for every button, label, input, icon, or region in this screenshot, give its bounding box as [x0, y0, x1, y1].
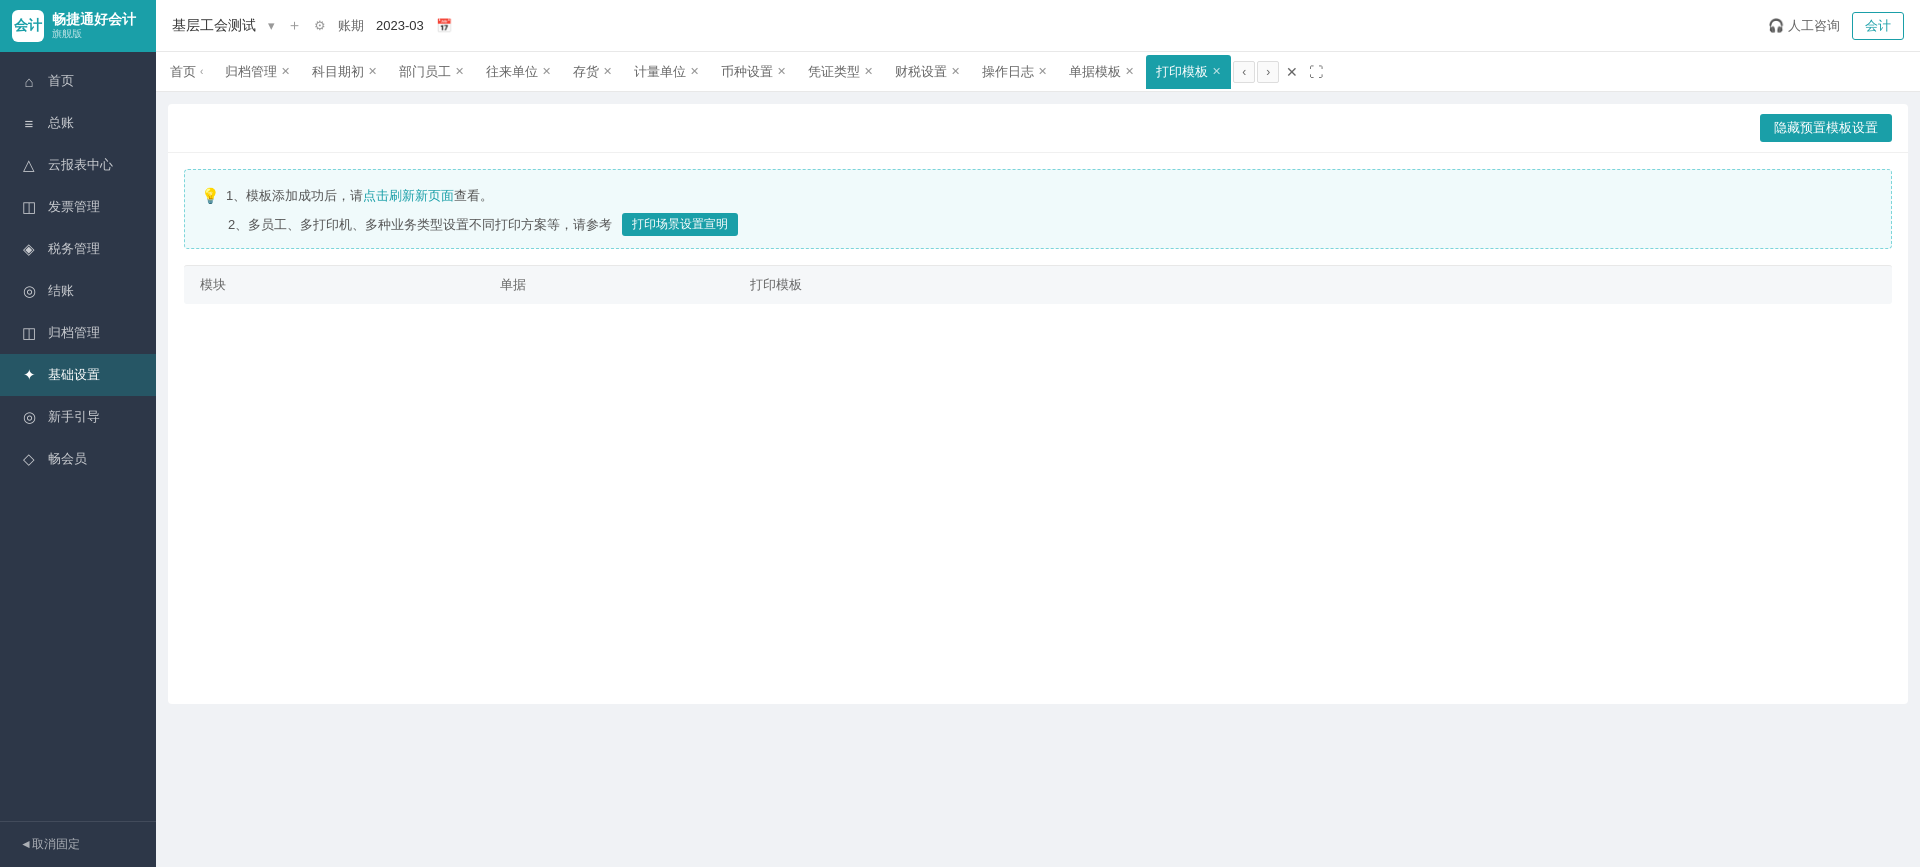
sidebar-item-archive[interactable]: ◫ 归档管理: [0, 312, 156, 354]
nav-label-invoice: 发票管理: [48, 198, 100, 216]
tab-subject[interactable]: 科目期初✕: [302, 55, 387, 89]
sidebar-logo: 会计 畅捷通好会计 旗舰版: [0, 0, 156, 52]
sidebar-item-tax[interactable]: ◈ 税务管理: [0, 228, 156, 270]
period-label: 账期: [338, 17, 364, 35]
tab-close-archive[interactable]: ✕: [281, 65, 290, 78]
headset-icon: 🎧: [1768, 18, 1784, 33]
account-button[interactable]: 会计: [1852, 12, 1904, 40]
tab-bar: 首页‹归档管理✕科目期初✕部门员工✕往来单位✕存货✕计量单位✕币种设置✕凭证类型…: [156, 52, 1920, 92]
page-content: 隐藏预置模板设置 💡 1、模板添加成功后，请点击刷新新页面查看。 2、多员工、多…: [156, 92, 1920, 867]
nav-label-tax: 税务管理: [48, 240, 100, 258]
tab-close-currency[interactable]: ✕: [777, 65, 786, 78]
notice-line1-prefix: 1、模板添加成功后，请: [226, 188, 363, 203]
nav-icon-guide: ◎: [20, 408, 38, 426]
tab-close-subject[interactable]: ✕: [368, 65, 377, 78]
sidebar-item-ledger[interactable]: ≡ 总账: [0, 102, 156, 144]
tab-expand-button[interactable]: ⛶: [1305, 61, 1327, 83]
nav-label-member: 畅会员: [48, 450, 87, 468]
top-header: 基层工会测试 ▾ ＋ ⚙ 账期 2023-03 📅 🎧 人工咨询 会计: [156, 0, 1920, 52]
table-header: 模块单据打印模板: [184, 265, 1892, 304]
sidebar: 会计 畅捷通好会计 旗舰版 ⌂ 首页 ≡ 总账 △ 云报表中心 ◫ 发票管理 ◈ 税务管理 ◎ 结账 ◫…: [0, 0, 156, 867]
sidebar-item-closing[interactable]: ◎ 结账: [0, 270, 156, 312]
nav-label-archive: 归档管理: [48, 324, 100, 342]
tab-close-partner[interactable]: ✕: [542, 65, 551, 78]
nav-icon-member: ◇: [20, 450, 38, 468]
tab-next-button[interactable]: ›: [1257, 61, 1279, 83]
tab-close-all-button[interactable]: ✕: [1281, 61, 1303, 83]
refresh-link[interactable]: 点击刷新新页面: [363, 188, 454, 203]
tab-oplog[interactable]: 操作日志✕: [972, 55, 1057, 89]
sidebar-item-guide[interactable]: ◎ 新手引导: [0, 396, 156, 438]
nav-icon-closing: ◎: [20, 282, 38, 300]
nav-icon-invoice: ◫: [20, 198, 38, 216]
sidebar-nav: ⌂ 首页 ≡ 总账 △ 云报表中心 ◫ 发票管理 ◈ 税务管理 ◎ 结账 ◫ 归档管理 ✦ 基础设置 ◎ 新手引导…: [0, 52, 156, 821]
main-content: 基层工会测试 ▾ ＋ ⚙ 账期 2023-03 📅 🎧 人工咨询 会计 首页‹归…: [156, 0, 1920, 867]
tab-voucher[interactable]: 凭证类型✕: [798, 55, 883, 89]
notice-line1-suffix: 查看。: [454, 188, 493, 203]
logo-sub: 旗舰版: [52, 27, 136, 41]
sidebar-item-home[interactable]: ⌂ 首页: [0, 60, 156, 102]
content-toolbar: 隐藏预置模板设置: [168, 104, 1908, 153]
nav-icon-reports: △: [20, 156, 38, 174]
print-scene-button[interactable]: 打印场景设置宣明: [622, 213, 738, 236]
settings-icon[interactable]: ⚙: [314, 18, 326, 33]
nav-label-ledger: 总账: [48, 114, 74, 132]
nav-icon-tax: ◈: [20, 240, 38, 258]
bulb-icon: 💡: [201, 182, 220, 209]
tab-close-voucher[interactable]: ✕: [864, 65, 873, 78]
tab-close-billtemplate[interactable]: ✕: [1125, 65, 1134, 78]
tab-close-printtemplate[interactable]: ✕: [1212, 65, 1221, 78]
tab-close-taxsettings[interactable]: ✕: [951, 65, 960, 78]
notice-line2-prefix: 2、多员工、多打印机、多种业务类型设置不同打印方案等，请参考: [228, 213, 612, 236]
add-tab-icon[interactable]: ＋: [287, 16, 302, 35]
unpin-button[interactable]: ◄取消固定: [0, 821, 156, 867]
logo-text: 畅捷通好会计: [52, 11, 136, 28]
logo-icon: 会计: [12, 10, 44, 42]
nav-icon-archive: ◫: [20, 324, 38, 342]
sidebar-item-member[interactable]: ◇ 畅会员: [0, 438, 156, 480]
tab-unit[interactable]: 计量单位✕: [624, 55, 709, 89]
th-module: 模块: [184, 266, 484, 304]
tab-inventory[interactable]: 存货✕: [563, 55, 622, 89]
tab-printtemplate[interactable]: 打印模板✕: [1146, 55, 1231, 89]
calendar-icon[interactable]: 📅: [436, 18, 452, 33]
nav-label-home: 首页: [48, 72, 74, 90]
dropdown-icon[interactable]: ▾: [268, 18, 275, 33]
tab-dept[interactable]: 部门员工✕: [389, 55, 474, 89]
tab-partner[interactable]: 往来单位✕: [476, 55, 561, 89]
tab-archive[interactable]: 归档管理✕: [215, 55, 300, 89]
tab-prev-button[interactable]: ‹: [1233, 61, 1255, 83]
content-inner: 隐藏预置模板设置 💡 1、模板添加成功后，请点击刷新新页面查看。 2、多员工、多…: [168, 104, 1908, 704]
tab-billtemplate[interactable]: 单据模板✕: [1059, 55, 1144, 89]
sidebar-item-invoice[interactable]: ◫ 发票管理: [0, 186, 156, 228]
nav-label-reports: 云报表中心: [48, 156, 113, 174]
nav-icon-settings: ✦: [20, 366, 38, 384]
notice-box: 💡 1、模板添加成功后，请点击刷新新页面查看。 2、多员工、多打印机、多种业务类…: [184, 169, 1892, 249]
nav-icon-ledger: ≡: [20, 115, 38, 132]
nav-label-guide: 新手引导: [48, 408, 100, 426]
company-name: 基层工会测试: [172, 17, 256, 35]
th-template: 打印模板: [734, 266, 1892, 304]
period-value: 2023-03: [376, 18, 424, 33]
hide-template-button[interactable]: 隐藏预置模板设置: [1760, 114, 1892, 142]
tab-close-inventory[interactable]: ✕: [603, 65, 612, 78]
sidebar-item-settings[interactable]: ✦ 基础设置: [0, 354, 156, 396]
tab-chevron-home[interactable]: ‹: [200, 66, 203, 77]
tab-close-unit[interactable]: ✕: [690, 65, 699, 78]
tab-taxsettings[interactable]: 财税设置✕: [885, 55, 970, 89]
nav-label-settings: 基础设置: [48, 366, 100, 384]
tab-close-oplog[interactable]: ✕: [1038, 65, 1047, 78]
tab-currency[interactable]: 币种设置✕: [711, 55, 796, 89]
nav-label-closing: 结账: [48, 282, 74, 300]
nav-icon-home: ⌂: [20, 73, 38, 90]
tab-close-dept[interactable]: ✕: [455, 65, 464, 78]
tab-home[interactable]: 首页‹: [160, 55, 213, 89]
sidebar-item-reports[interactable]: △ 云报表中心: [0, 144, 156, 186]
th-bill: 单据: [484, 266, 734, 304]
support-button[interactable]: 🎧 人工咨询: [1768, 17, 1840, 35]
